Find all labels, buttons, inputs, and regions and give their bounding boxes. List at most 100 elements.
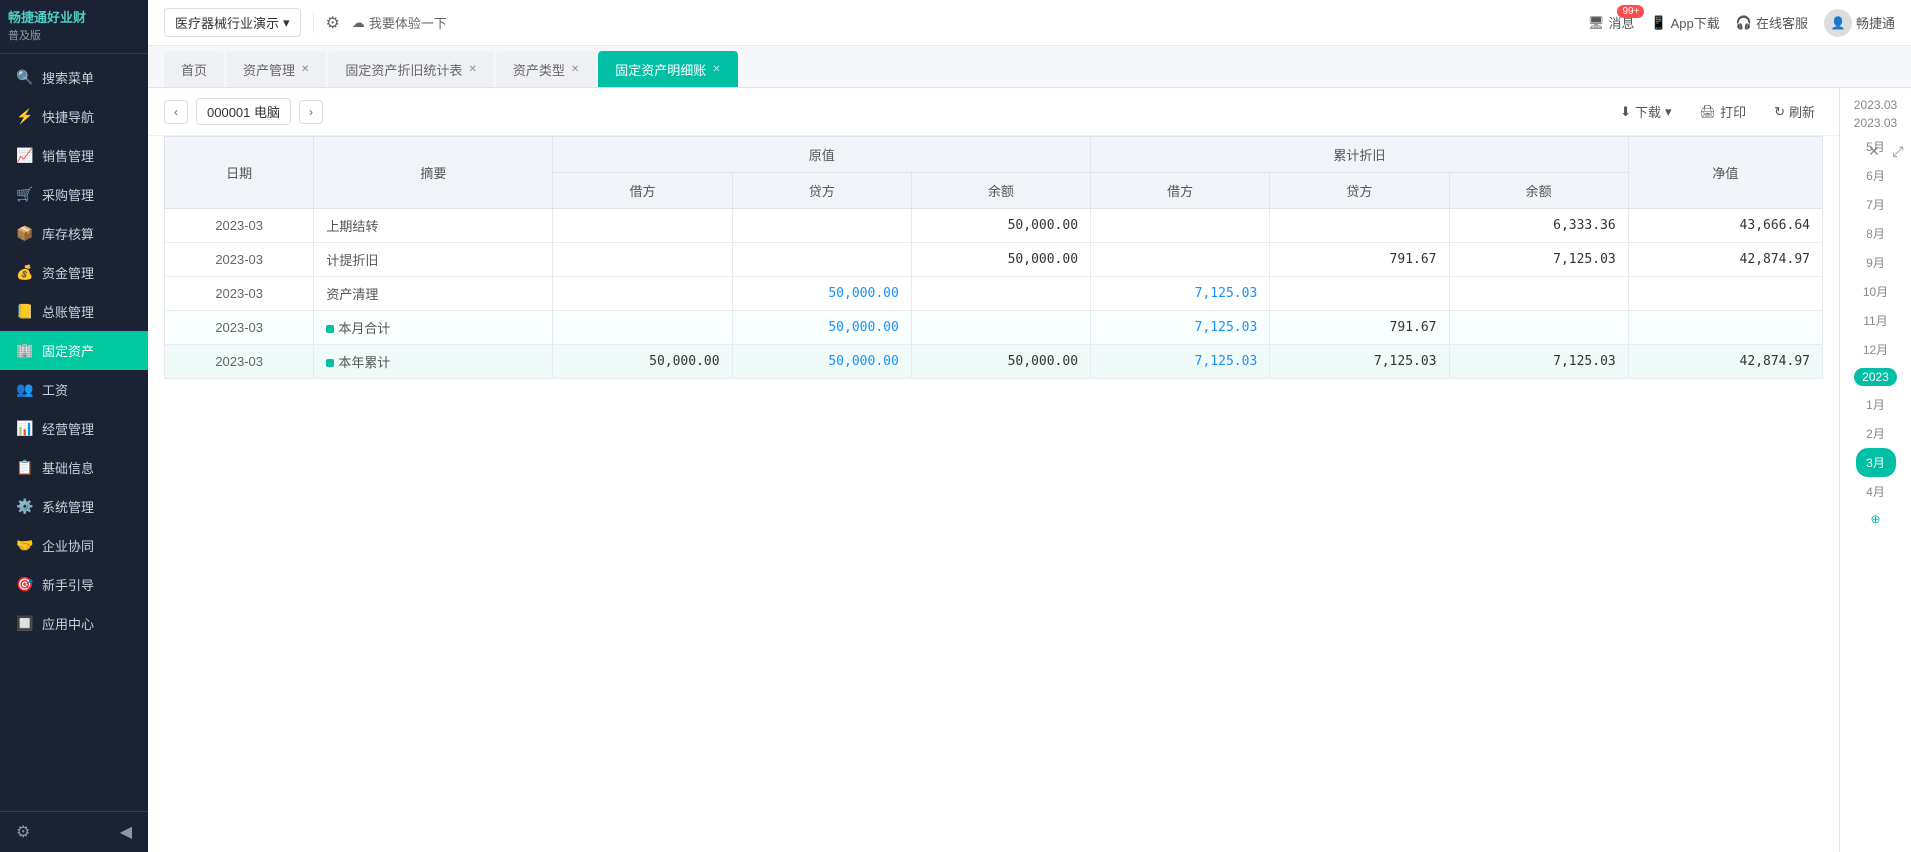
tab-close-asset-type[interactable]: ✕ [571,64,579,75]
topbar: 医疗器械行业演示 ▾ ⚙ ☁ 我要体验一下 🖥 消息 99+ 📱 App下载 🎧… [148,0,1911,46]
table-row: 2023-03上期结转50,000.006,333.3643,666.64 [165,209,1823,243]
orig-balance-header: 余额 [911,173,1090,209]
sidebar-item-app-center[interactable]: 🔲 应用中心 [0,604,148,643]
tab-close-asset-manage[interactable]: ✕ [301,64,309,75]
download-label: 下载 [1635,102,1661,121]
sidebar-item-payroll[interactable]: 👥工资 [0,370,148,409]
tab-asset-manage[interactable]: 资产管理✕ [226,51,326,87]
asset-code: 000001 电脑 [196,98,291,125]
timeline-month-8月[interactable]: 8月 [1840,219,1911,248]
download-icon: ⬇ [1620,104,1631,120]
print-button[interactable]: 🖨 打印 [1692,98,1755,125]
sidebar-item-fixed-assets[interactable]: 🏢固定资产 [0,331,148,370]
tab-asset-type[interactable]: 资产类型✕ [496,51,596,87]
sidebar-label-app-center: 应用中心 [42,614,94,633]
app-download-button[interactable]: 📱 App下载 [1650,13,1719,32]
sidebar-label-search: 搜索菜单 [42,68,94,87]
tab-asset-detail[interactable]: 固定资产明细账✕ [598,51,737,87]
sidebar-icon-inventory: 📦 [16,224,34,242]
tabbar: 首页资产管理✕固定资产折旧统计表✕资产类型✕固定资产明细账✕ [148,46,1911,88]
sidebar-icon-payroll: 👥 [16,380,34,398]
refresh-button[interactable]: ↻ 刷新 [1766,98,1823,125]
col-accumulated-depreciation: 累计折旧 [1091,137,1629,173]
close-panel-button[interactable]: ✕ [1863,140,1885,162]
sidebar-item-finance[interactable]: 💰资金管理 [0,253,148,292]
print-label: 打印 [1720,102,1746,121]
print-icon: 🖨 [1700,104,1717,120]
timeline-year-month-2月[interactable]: 2月 [1840,419,1911,448]
sidebar-item-basic-info[interactable]: 📋基础信息 [0,448,148,487]
tab-depreciation-table[interactable]: 固定资产折旧统计表 ✕ [328,51,493,87]
sidebar-item-search[interactable]: 🔍搜索菜单 [0,58,148,97]
sidebar-label-purchase: 采购管理 [42,185,94,204]
user-profile[interactable]: 👤 畅捷通 [1824,9,1895,37]
experience-label: 我要体验一下 [369,13,447,32]
accum-credit-header: 贷方 [1270,173,1449,209]
timeline-month-12月[interactable]: 12月 [1840,335,1911,364]
timeline-month-9月[interactable]: 9月 [1840,248,1911,277]
maximize-panel-button[interactable]: ⤢ [1887,140,1909,162]
timeline-year-month-1月[interactable]: 1月 [1840,390,1911,419]
timeline-month-7月[interactable]: 7月 [1840,190,1911,219]
nav-controls: ‹ 000001 电脑 › [164,98,323,125]
sidebar-item-quick-nav[interactable]: ⚡快捷导航 [0,97,148,136]
sidebar-icon-enterprise: 🤝 [16,536,34,554]
notification-badge: 99+ [1617,5,1644,18]
tab-label-home: 首页 [181,60,207,79]
prev-asset-button[interactable]: ‹ [164,100,188,124]
tab-label-depreciation-table: 固定资产折旧统计表 [345,60,462,79]
collapse-icon[interactable]: ◀ [120,822,132,842]
service-icon: 🎧 [1736,15,1752,31]
tab-close-depreciation-table[interactable]: ✕ [468,64,476,75]
sidebar-icon-sales: 📈 [16,146,34,164]
settings-button[interactable]: ⚙ [326,13,340,33]
col-net-value: 净值 [1628,137,1822,209]
sidebar-label-enterprise: 企业协同 [42,536,94,555]
sidebar-label-operations: 经营管理 [42,419,94,438]
sidebar-item-enterprise[interactable]: 🤝 企业协同 [0,526,148,565]
sidebar-label-finance: 资金管理 [42,263,94,282]
tab-home[interactable]: 首页 [164,51,224,87]
sub-header: ‹ 000001 电脑 › ⬇ 下载 ▾ 🖨 打印 ↻ [148,88,1839,136]
timeline-month-11月[interactable]: 11月 [1840,306,1911,335]
download-button[interactable]: ⬇ 下载 ▾ [1612,98,1679,125]
refresh-label: 刷新 [1789,102,1815,121]
orig-credit-header: 贷方 [732,173,911,209]
company-selector[interactable]: 医疗器械行业演示 ▾ [164,8,301,37]
sidebar-item-purchase[interactable]: 🛒采购管理 [0,175,148,214]
sidebar-item-inventory[interactable]: 📦 库存核算 [0,214,148,253]
table-row: 2023-03本年累计50,000.0050,000.0050,000.007,… [165,345,1823,379]
sidebar-icon-quick-nav: ⚡ [16,107,34,125]
sidebar-icon-operations: 📊 [16,419,34,437]
settings-icon[interactable]: ⚙ [16,822,30,842]
timeline-year-month-4月[interactable]: 4月 [1840,477,1911,506]
accum-debit-header: 借方 [1091,173,1270,209]
topbar-divider [313,13,314,33]
experience-button[interactable]: ☁ 我要体验一下 [352,13,447,32]
tab-close-asset-detail[interactable]: ✕ [712,64,720,75]
notification-button[interactable]: 🖥 消息 99+ [1588,13,1635,32]
sidebar-label-guide: 新手引导 [42,575,94,594]
sidebar-icon-guide: 🎯 [16,575,34,593]
timeline-year-month-3月[interactable]: 3月 [1856,448,1896,477]
sidebar: 畅捷通好业财 普及版 🔍搜索菜单⚡快捷导航📈销售管理🛒采购管理📦库存核算💰资金管… [0,0,148,852]
sidebar-item-sales[interactable]: 📈销售管理 [0,136,148,175]
timeline-scroll-down[interactable]: ⊕ [1840,506,1911,532]
avatar: 👤 [1824,9,1852,37]
notification-icon: 🖥 [1588,15,1605,31]
sidebar-label-inventory: 库存核算 [42,224,94,243]
sidebar-item-operations[interactable]: 📊 经营管理 [0,409,148,448]
timeline-month-10月[interactable]: 10月 [1840,277,1911,306]
refresh-icon: ↻ [1774,104,1785,120]
customer-service-button[interactable]: 🎧 在线客服 [1736,13,1808,32]
sidebar-label-system: 系统管理 [42,497,94,516]
sidebar-item-system[interactable]: ⚙️系统管理 [0,487,148,526]
next-asset-button[interactable]: › [299,100,323,124]
timeline-month-6月[interactable]: 6月 [1840,161,1911,190]
table-row: 2023-03本月合计50,000.007,125.03791.67 [165,311,1823,345]
sidebar-item-ledger[interactable]: 📒总账管理 [0,292,148,331]
sidebar-icon-ledger: 📒 [16,302,34,320]
download-dropdown-icon: ▾ [1665,104,1672,120]
sidebar-item-guide[interactable]: 🎯 新手引导 [0,565,148,604]
sidebar-icon-app-center: 🔲 [16,614,34,632]
